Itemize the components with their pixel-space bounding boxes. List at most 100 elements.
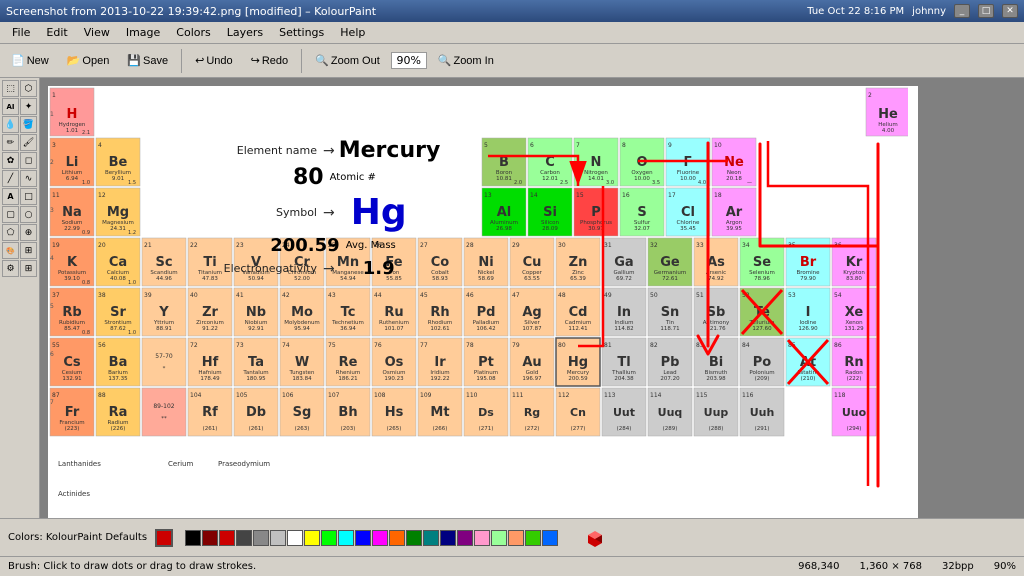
ai-tool[interactable]: AI — [2, 98, 19, 115]
svg-text:(271): (271) — [479, 426, 494, 432]
close-button[interactable]: ✕ — [1002, 4, 1018, 18]
element-Pb: 82 Pb Lead 207.20 — [648, 338, 692, 386]
menu-image[interactable]: Image — [118, 24, 168, 41]
svg-text:51: 51 — [696, 292, 704, 299]
swatch-lime[interactable] — [321, 530, 337, 546]
swatch-darkgray[interactable] — [236, 530, 252, 546]
maximize-button[interactable]: □ — [978, 4, 994, 18]
swatch-black[interactable] — [185, 530, 201, 546]
foreground-color[interactable] — [153, 527, 175, 549]
menu-file[interactable]: File — [4, 24, 38, 41]
element-P: 15 P Phosphorus 30.97 — [574, 188, 618, 236]
swatch-lightblue[interactable] — [542, 530, 558, 546]
menu-settings[interactable]: Settings — [271, 24, 332, 41]
svg-text:39.95: 39.95 — [726, 226, 742, 232]
polygon-tool[interactable]: ⬠ — [2, 224, 19, 241]
save-button[interactable]: 💾 Save — [120, 51, 175, 70]
airbrush-tool[interactable]: ✿ — [2, 152, 19, 169]
svg-text:88.91: 88.91 — [156, 326, 172, 332]
color-picker-tool[interactable]: 🎨 — [2, 242, 19, 259]
grid-tool[interactable]: ⊞ — [20, 260, 37, 277]
swatch-blue[interactable] — [355, 530, 371, 546]
menu-colors[interactable]: Colors — [168, 24, 218, 41]
extra-tool[interactable]: ⊞ — [20, 242, 37, 259]
magic-wand-tool[interactable]: ✦ — [20, 98, 37, 115]
settings-tool[interactable]: ⚙ — [2, 260, 19, 277]
swatch-peach[interactable] — [508, 530, 524, 546]
swatch-lightgray[interactable] — [270, 530, 286, 546]
element-K: 19 K Potassium 39.10 0.8 — [50, 238, 94, 286]
rounded-rect-tool[interactable]: ▢ — [2, 206, 19, 223]
swatch-orange[interactable] — [389, 530, 405, 546]
svg-text:Ne: Ne — [724, 155, 744, 170]
svg-text:112: 112 — [558, 392, 570, 399]
select-rect-tool[interactable]: ⬚ — [2, 80, 19, 97]
eraser-tool[interactable]: ◻ — [20, 152, 37, 169]
swatch-green[interactable] — [406, 530, 422, 546]
swatch-brightgreen[interactable] — [525, 530, 541, 546]
element-Bh: 107 Bh (203) — [326, 388, 370, 436]
element-Al: 13 Al Aluminum 26.98 — [482, 188, 526, 236]
undo-button[interactable]: ↩ Undo — [188, 51, 240, 70]
minimize-button[interactable]: _ — [954, 4, 970, 18]
element-I: 53 I Iodine 126.90 — [786, 288, 830, 336]
svg-text:Si: Si — [543, 205, 557, 220]
svg-text:132.91: 132.91 — [62, 376, 81, 382]
rectangle-tool[interactable]: □ — [20, 188, 37, 205]
line-tool[interactable]: ╱ — [2, 170, 19, 187]
separator-2 — [301, 49, 302, 73]
menu-help[interactable]: Help — [332, 24, 373, 41]
element-Cd: 48 Cd Cadmium 112.41 — [556, 288, 600, 336]
svg-text:Ir: Ir — [434, 355, 446, 370]
text-tool[interactable]: A — [2, 188, 19, 205]
svg-text:57-70: 57-70 — [155, 353, 173, 360]
svg-text:0.9: 0.9 — [82, 230, 90, 236]
menu-edit[interactable]: Edit — [38, 24, 75, 41]
svg-text:79.90: 79.90 — [800, 276, 816, 282]
zoom-out-button[interactable]: 🔍 Zoom Out — [308, 51, 387, 70]
menu-view[interactable]: View — [76, 24, 118, 41]
brush-tool[interactable]: 🖌 — [20, 134, 37, 151]
menu-layers[interactable]: Layers — [219, 24, 271, 41]
new-button[interactable]: 📄 New — [4, 51, 56, 70]
svg-text:(265): (265) — [387, 426, 402, 432]
redo-button[interactable]: ↪ Redo — [244, 51, 296, 70]
swatch-red[interactable] — [219, 530, 235, 546]
pen-tool[interactable]: ✏ — [2, 134, 19, 151]
swatch-purple[interactable] — [457, 530, 473, 546]
element-Y: 39 Y Yttrium 88.91 — [142, 288, 186, 336]
swatch-teal[interactable] — [423, 530, 439, 546]
svg-text:77: 77 — [420, 342, 428, 349]
svg-text:89-102: 89-102 — [153, 403, 174, 410]
fill-tool[interactable]: 🪣 — [20, 116, 37, 133]
swatch-darkred[interactable] — [202, 530, 218, 546]
undo-icon: ↩ — [195, 54, 204, 67]
element-Ba: 56 Ba Barium 137.35 — [96, 338, 140, 386]
element-Ni: 28 Ni Nickel 58.69 — [464, 238, 508, 286]
svg-text:192.22: 192.22 — [430, 376, 449, 382]
zoom-in-button[interactable]: 🔍 Zoom In — [431, 51, 501, 70]
svg-text:113: 113 — [604, 392, 616, 399]
swatch-gray[interactable] — [253, 530, 269, 546]
avg-mass-label: Avg. Mass — [346, 240, 396, 251]
swatch-pink[interactable] — [474, 530, 490, 546]
swatch-cyan[interactable] — [338, 530, 354, 546]
element-Sc: 21 Sc Scandium 44.96 — [142, 238, 186, 286]
dropper-tool[interactable]: 💧 — [2, 116, 19, 133]
select-free-tool[interactable]: ⬡ — [20, 80, 37, 97]
svg-text:105: 105 — [236, 392, 248, 399]
open-button[interactable]: 📂 Open — [60, 51, 117, 70]
ellipse-tool[interactable]: ○ — [20, 206, 37, 223]
curve-tool[interactable]: ∿ — [20, 170, 37, 187]
canvas[interactable]: Element name → Mercury 80 Atomic # Symbo — [48, 86, 918, 518]
swatch-white[interactable] — [287, 530, 303, 546]
canvas-area[interactable]: Element name → Mercury 80 Atomic # Symbo — [40, 78, 1024, 518]
swatch-magenta[interactable] — [372, 530, 388, 546]
svg-text:Y: Y — [158, 305, 169, 320]
swatch-yellow[interactable] — [304, 530, 320, 546]
zoom-tool[interactable]: ⊕ — [20, 224, 37, 241]
svg-text:Sn: Sn — [661, 305, 680, 320]
svg-text:44.96: 44.96 — [156, 276, 172, 282]
swatch-lightgreen[interactable] — [491, 530, 507, 546]
swatch-navy[interactable] — [440, 530, 456, 546]
